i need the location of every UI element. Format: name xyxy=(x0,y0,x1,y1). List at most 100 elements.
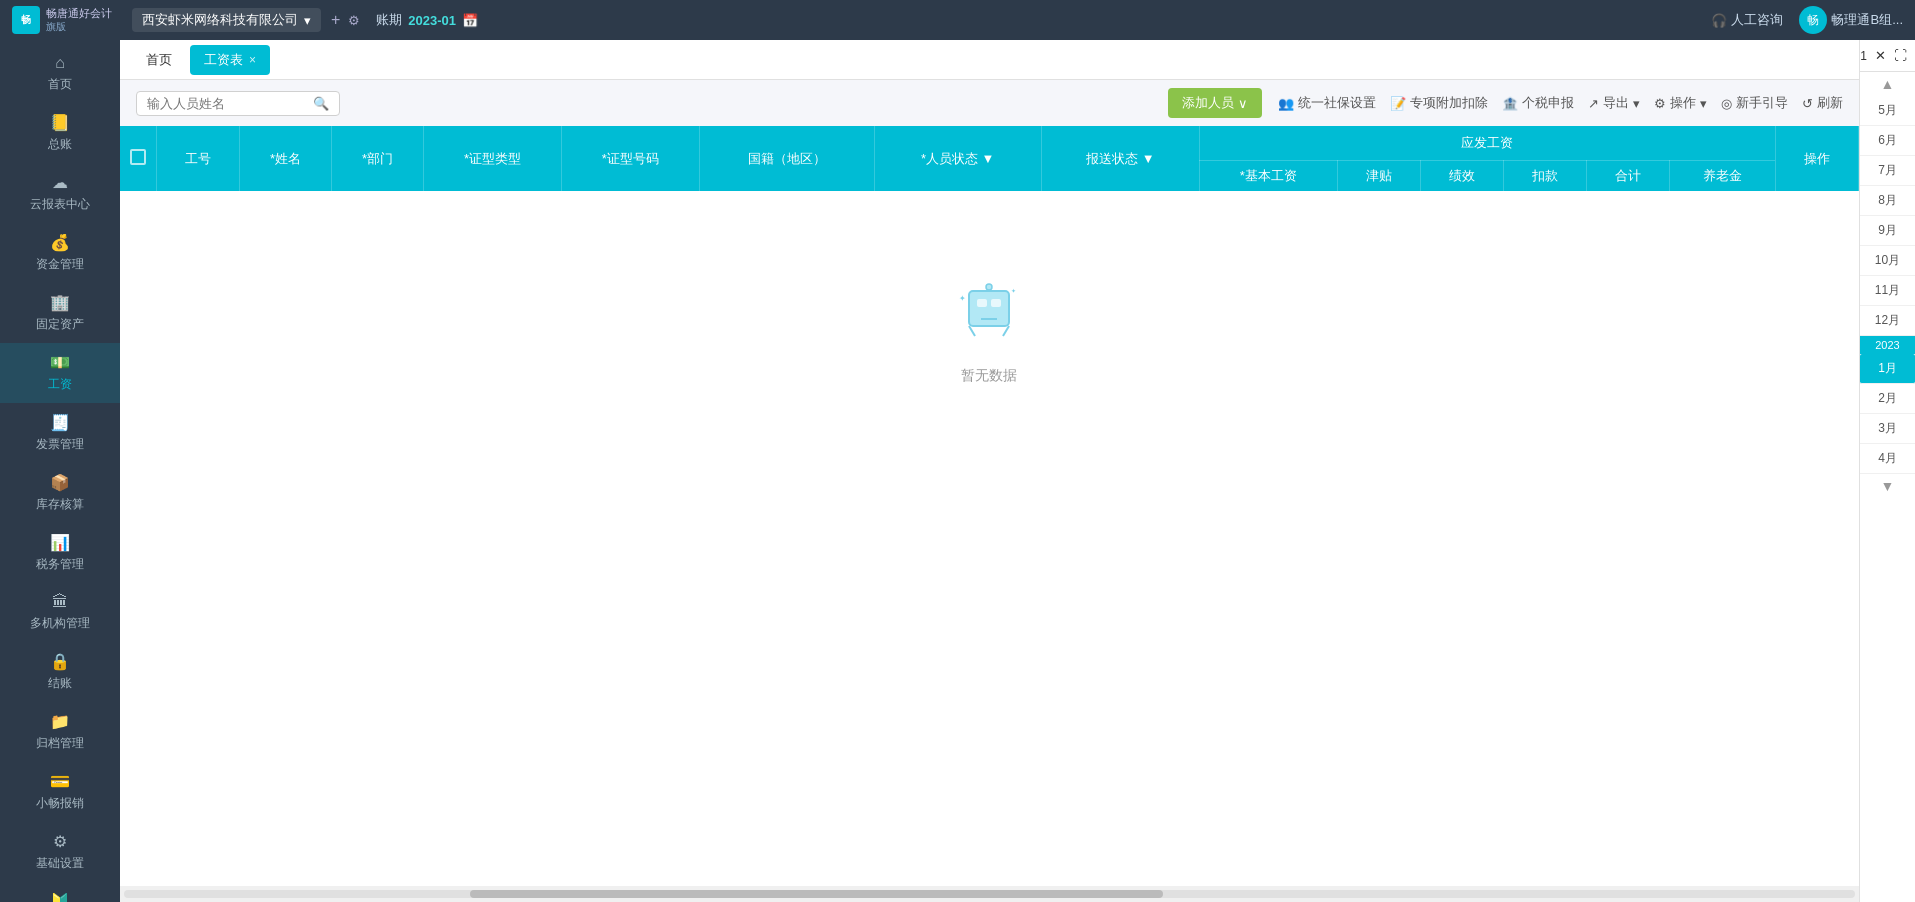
export-btn[interactable]: ↗ 导出 ▾ xyxy=(1588,94,1640,112)
expense-icon: 💳 xyxy=(50,772,70,791)
logo-text: 畅唐通好会计 旗版 xyxy=(46,7,112,32)
home-icon: ⌂ xyxy=(55,54,65,72)
funds-icon: 💰 xyxy=(50,233,70,252)
app-logo: 畅 畅唐通好会计 旗版 xyxy=(12,6,132,34)
checkbox-column-header[interactable] xyxy=(120,126,157,191)
period-panel-title: 2023.01 xyxy=(1859,49,1867,63)
period-month-3[interactable]: 3月 xyxy=(1860,414,1915,444)
select-all-checkbox[interactable] xyxy=(130,149,146,165)
add-person-button[interactable]: 添加人员 ∨ xyxy=(1168,88,1262,118)
expand-panel-btn[interactable]: ⛶ xyxy=(1894,48,1907,63)
sidebar-item-close-accounts[interactable]: 🔒 结账 xyxy=(0,642,120,702)
operations-btn[interactable]: ⚙ 操作 ▾ xyxy=(1654,94,1707,112)
sidebar-item-tax[interactable]: 📊 税务管理 xyxy=(0,523,120,583)
header-right: 🎧 人工咨询 畅 畅理通B组... xyxy=(1711,6,1903,34)
close-panel-btn[interactable]: ✕ xyxy=(1875,48,1886,63)
calendar-icon[interactable]: 📅 xyxy=(462,13,478,28)
svg-rect-0 xyxy=(969,291,1009,326)
period-month-8[interactable]: 8月 xyxy=(1860,186,1915,216)
settings-icon[interactable]: ⚙ xyxy=(348,13,360,28)
user-menu[interactable]: 畅 畅理通B组... xyxy=(1799,6,1903,34)
tab-close-icon[interactable]: × xyxy=(249,53,256,67)
refresh-btn[interactable]: ↺ 刷新 xyxy=(1802,94,1843,112)
guide-btn[interactable]: ◎ 新手引导 xyxy=(1721,94,1788,112)
sidebar-item-settings[interactable]: ⚙ 基础设置 xyxy=(0,822,120,882)
sidebar-item-multi[interactable]: 🏛 多机构管理 xyxy=(0,583,120,642)
sidebar-item-salary[interactable]: 💵 工资 xyxy=(0,343,120,403)
salary-table: 工号 *姓名 *部门 *证型类型 *证型号码 国籍（地区） *人员状态 ▼ 报送… xyxy=(120,126,1859,465)
svg-line-7 xyxy=(1003,326,1009,336)
svg-point-5 xyxy=(986,284,992,290)
empty-text: 暂无数据 xyxy=(961,367,1017,385)
sidebar-item-assets[interactable]: 🏢 固定资产 xyxy=(0,283,120,343)
period-month-2[interactable]: 2月 xyxy=(1860,384,1915,414)
chevron-down-icon: ▾ xyxy=(1700,96,1707,111)
empty-icon: ✦ ✦ xyxy=(949,271,1029,351)
page-toolbar: 🔍 添加人员 ∨ 👥 统一社保设置 📝 专项附加扣除 🏦 个税申报 xyxy=(120,80,1859,126)
sidebar: ⌂ 首页 📒 总账 ☁ 云报表中心 💰 资金管理 🏢 固定资产 💵 工资 🧾 发… xyxy=(0,40,120,902)
inventory-icon: 📦 xyxy=(50,473,70,492)
chevron-down-icon: ▾ xyxy=(304,13,311,28)
col-deduction: 扣款 xyxy=(1503,161,1586,192)
archive-icon: 📁 xyxy=(50,712,70,731)
sidebar-item-guide[interactable]: 🔰 新手引导 xyxy=(0,882,120,902)
customer-service-btn[interactable]: 🎧 人工咨询 xyxy=(1711,11,1783,29)
col-nationality: 国籍（地区） xyxy=(699,126,874,191)
period-month-4[interactable]: 4月 xyxy=(1860,444,1915,474)
sidebar-item-cloud[interactable]: ☁ 云报表中心 xyxy=(0,163,120,223)
sidebar-item-expense[interactable]: 💳 小畅报销 xyxy=(0,762,120,822)
multi-icon: 🏛 xyxy=(52,593,68,611)
svg-line-6 xyxy=(969,326,975,336)
svg-rect-2 xyxy=(991,299,1001,307)
sidebar-item-home[interactable]: ⌂ 首页 xyxy=(0,44,120,103)
filter-icon[interactable]: ▼ xyxy=(982,151,995,166)
period-month-6[interactable]: 6月 xyxy=(1860,126,1915,156)
sidebar-item-inventory[interactable]: 📦 库存核算 xyxy=(0,463,120,523)
col-base-salary: *基本工资 xyxy=(1199,161,1337,192)
period-year-badge[interactable]: 2023 xyxy=(1860,336,1915,354)
col-number: 工号 xyxy=(157,126,240,191)
personal-tax-btn[interactable]: 🏦 个税申报 xyxy=(1502,94,1574,112)
personal-tax-icon: 🏦 xyxy=(1502,96,1518,111)
main-layout: ⌂ 首页 📒 总账 ☁ 云报表中心 💰 资金管理 🏢 固定资产 💵 工资 🧾 发… xyxy=(0,40,1915,902)
special-deduct-btn[interactable]: 📝 专项附加扣除 xyxy=(1390,94,1488,112)
period-month-9[interactable]: 9月 xyxy=(1860,216,1915,246)
logo-icon: 畅 xyxy=(12,6,40,34)
sidebar-item-ledger[interactable]: 📒 总账 xyxy=(0,103,120,163)
col-report-status: 报送状态 ▼ xyxy=(1041,126,1199,191)
guide-icon: 🔰 xyxy=(50,892,70,902)
social-security-btn[interactable]: 👥 统一社保设置 xyxy=(1278,94,1376,112)
special-deduct-icon: 📝 xyxy=(1390,96,1406,111)
period-month-7[interactable]: 7月 xyxy=(1860,156,1915,186)
search-input[interactable] xyxy=(147,96,307,111)
period-info: 账期 2023-01 📅 xyxy=(376,11,478,29)
refresh-icon: ↺ xyxy=(1802,96,1813,111)
sidebar-item-archive[interactable]: 📁 归档管理 xyxy=(0,702,120,762)
period-month-12[interactable]: 12月 xyxy=(1860,306,1915,336)
period-month-11[interactable]: 11月 xyxy=(1860,276,1915,306)
sidebar-item-invoice[interactable]: 🧾 发票管理 xyxy=(0,403,120,463)
top-header: 畅 畅唐通好会计 旗版 西安虾米网络科技有限公司 ▾ + ⚙ 账期 2023-0… xyxy=(0,0,1915,40)
user-avatar: 畅 xyxy=(1799,6,1827,34)
filter-icon2[interactable]: ▼ xyxy=(1142,151,1155,166)
scroll-track xyxy=(124,890,1855,898)
svg-text:✦: ✦ xyxy=(1011,288,1016,294)
search-wrap: 🔍 xyxy=(136,91,340,116)
add-company-btn[interactable]: + xyxy=(331,11,340,29)
tab-bar: 首页 工资表 × xyxy=(120,40,1859,80)
sidebar-item-funds[interactable]: 💰 资金管理 xyxy=(0,223,120,283)
table-wrap: 工号 *姓名 *部门 *证型类型 *证型号码 国籍（地区） *人员状态 ▼ 报送… xyxy=(120,126,1859,886)
period-month-1[interactable]: 1月 xyxy=(1860,354,1915,384)
period-month-5[interactable]: 5月 xyxy=(1860,96,1915,126)
period-up-btn[interactable]: ▲ xyxy=(1860,72,1915,96)
company-selector[interactable]: 西安虾米网络科技有限公司 ▾ xyxy=(132,8,321,32)
col-performance: 绩效 xyxy=(1420,161,1503,192)
tab-salary-table[interactable]: 工资表 × xyxy=(190,45,270,75)
period-month-10[interactable]: 10月 xyxy=(1860,246,1915,276)
table-scrollbar[interactable] xyxy=(120,886,1859,902)
period-value: 2023-01 xyxy=(408,13,456,28)
col-pension: 养老金 xyxy=(1669,161,1775,192)
period-down-btn[interactable]: ▼ xyxy=(1860,474,1915,498)
col-dept: *部门 xyxy=(332,126,424,191)
tab-home[interactable]: 首页 xyxy=(132,45,186,75)
